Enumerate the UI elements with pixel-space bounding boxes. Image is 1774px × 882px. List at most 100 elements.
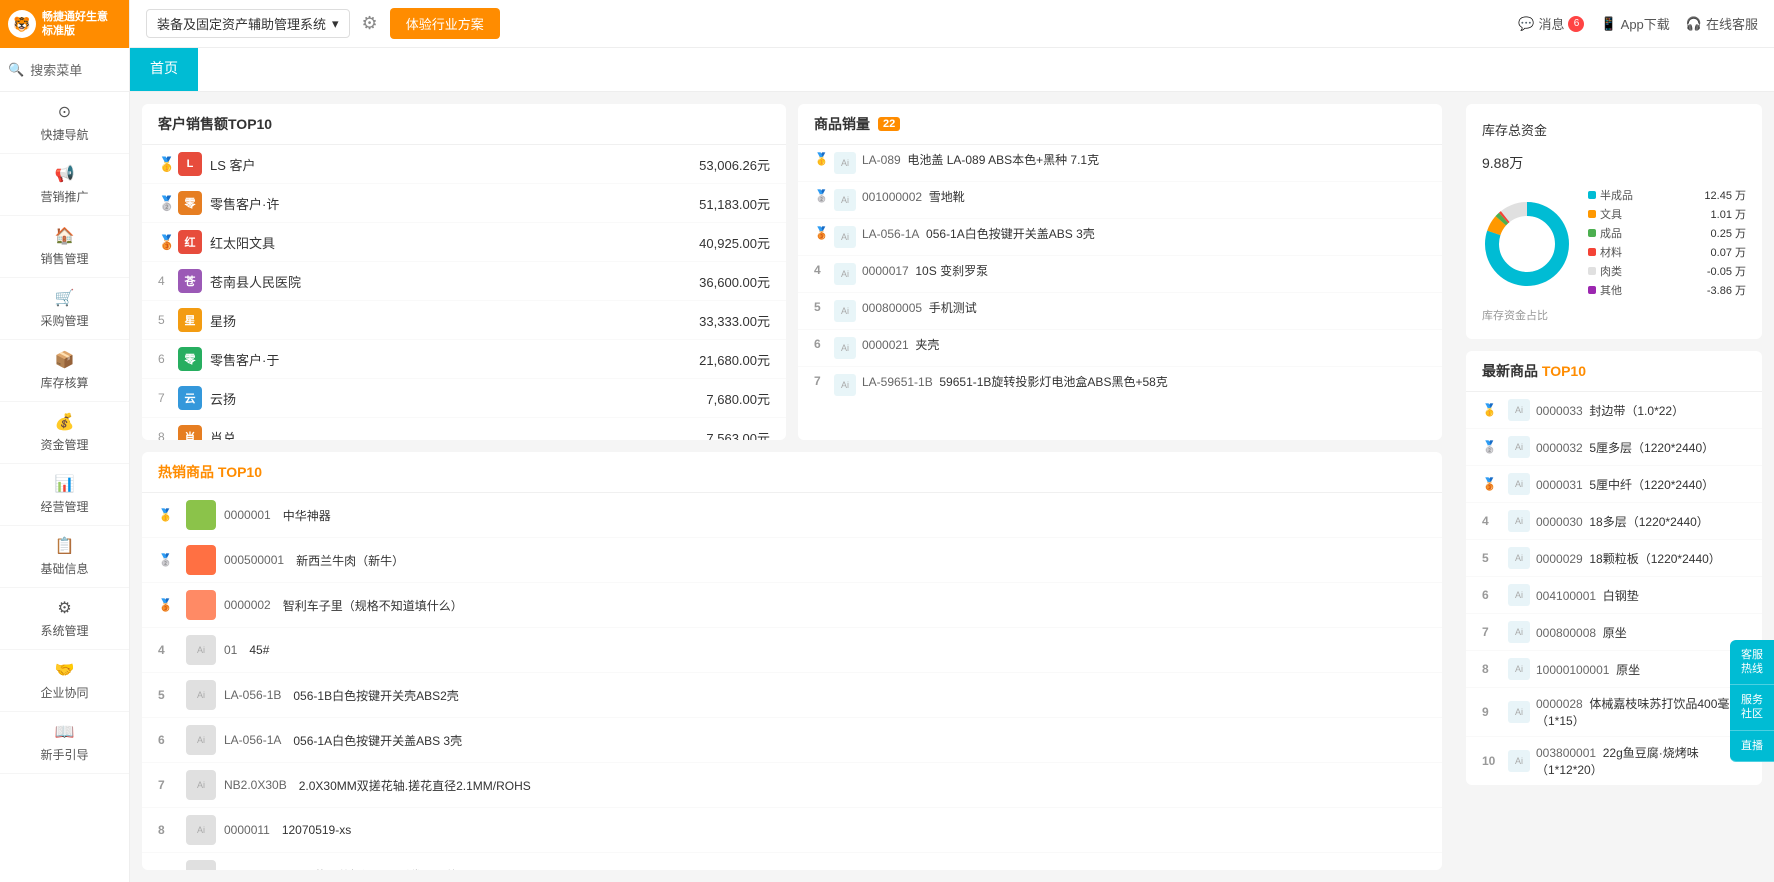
medal-icon: 🥇 bbox=[814, 152, 834, 166]
table-row: 🥇 L LS 客户 53,006.26元 bbox=[142, 145, 786, 184]
system-selector[interactable]: 装备及固定资产辅助管理系统 ▾ bbox=[146, 9, 350, 38]
rank-number: 5 bbox=[814, 300, 834, 314]
rank-number: 7 bbox=[158, 391, 178, 405]
sidebar-item-inventory[interactable]: 📦 库存核算 bbox=[0, 340, 129, 402]
customer-ranking-panel: 客户销售额TOP10 🥇 L LS 客户 53,006.26元 🥈 零 bbox=[142, 104, 786, 440]
product-image: Ai bbox=[834, 337, 856, 359]
messages-button[interactable]: 💬 消息 6 bbox=[1518, 14, 1584, 33]
product-image: Ai bbox=[834, 263, 856, 285]
settings-icon[interactable]: ⚙ bbox=[362, 13, 378, 34]
sidebar-item-basic-info[interactable]: 📋 基础信息 bbox=[0, 526, 129, 588]
guide-icon: 📖 bbox=[55, 722, 75, 742]
legend-dot bbox=[1588, 210, 1596, 218]
customer-ranking-header: 客户销售额TOP10 bbox=[142, 104, 786, 145]
list-item: 🥇 Ai 0000033 封边带（1.0*22） bbox=[1466, 392, 1762, 429]
trial-button[interactable]: 体验行业方案 bbox=[390, 8, 500, 39]
new-products-list: 🥇 Ai 0000033 封边带（1.0*22） 🥈 Ai 0000032 5厘… bbox=[1466, 392, 1762, 785]
list-item: 🥇 0000001 中华神器 bbox=[142, 493, 1442, 538]
product-image: Ai bbox=[834, 152, 856, 174]
list-item: 8 Ai 0000011 12070519-xs bbox=[142, 808, 1442, 853]
rank-number: 8 bbox=[158, 823, 178, 837]
medal-icon: 🥈 bbox=[1482, 440, 1502, 454]
customer-ranking-table: 🥇 L LS 客户 53,006.26元 🥈 零 零售客户·许 51,183.0… bbox=[142, 145, 786, 440]
table-row: 7 Ai LA-59651-1B 59651-1B旋转投影灯电池盒ABS黑色+5… bbox=[798, 367, 1442, 403]
product-image: Ai bbox=[834, 300, 856, 322]
avatar: 肖 bbox=[178, 425, 202, 440]
sidebar-item-system[interactable]: ⚙ 系统管理 bbox=[0, 588, 129, 650]
product-thumbnail: Ai bbox=[186, 860, 216, 870]
middle-area: 客户销售额TOP10 🥇 L LS 客户 53,006.26元 🥈 零 bbox=[130, 92, 1454, 882]
messages-badge: 6 bbox=[1568, 16, 1584, 32]
product-thumbnail: Ai bbox=[1508, 701, 1530, 723]
rank-number: 9 bbox=[158, 868, 178, 870]
rank-number: 6 bbox=[814, 337, 834, 351]
sidebar-item-finance[interactable]: 💰 资金管理 bbox=[0, 402, 129, 464]
list-item: 🥉 0000002 智利车子里（规格不知道填什么） bbox=[142, 583, 1442, 628]
topbar: 装备及固定资产辅助管理系统 ▾ ⚙ 体验行业方案 💬 消息 6 📱 App下载 … bbox=[130, 0, 1774, 48]
search-icon: 🔍 bbox=[8, 62, 24, 78]
table-row: 🥈 零 零售客户·许 51,183.00元 bbox=[142, 184, 786, 223]
rank-number: 10 bbox=[1482, 754, 1502, 768]
medal-icon: 🥇 bbox=[1482, 403, 1502, 417]
list-item: 9 Ai 0000028 体械嘉枝味苏打饮品400毫升（1*15） bbox=[1466, 688, 1762, 737]
service-community-button[interactable]: 服务社区 bbox=[1730, 685, 1774, 731]
table-row: 8 肖 肖总 7,563.00元 bbox=[142, 418, 786, 440]
table-row: 4 苍 苍南县人民医院 36,600.00元 bbox=[142, 262, 786, 301]
inventory-icon: 📦 bbox=[55, 350, 75, 370]
quick-nav-icon: ⊙ bbox=[58, 102, 71, 122]
product-thumbnail: Ai bbox=[1508, 436, 1530, 458]
basic-info-icon: 📋 bbox=[55, 536, 75, 556]
search-menu-button[interactable]: 🔍 搜索菜单 bbox=[8, 56, 121, 83]
content: 客户销售额TOP10 🥇 L LS 客户 53,006.26元 🥈 零 bbox=[130, 92, 1774, 882]
inventory-title: 库存总资金 bbox=[1482, 120, 1746, 139]
product-ranking-table: 🥇 Ai LA-089 电池盖 LA-089 ABS本色+黑种 7.1克 🥈 A… bbox=[798, 145, 1442, 403]
list-item: 4 Ai 01 45# bbox=[142, 628, 1442, 673]
product-thumbnail: Ai bbox=[1508, 473, 1530, 495]
legend-dot bbox=[1588, 267, 1596, 275]
live-stream-button[interactable]: 直播 bbox=[1730, 731, 1774, 762]
sidebar-item-marketing[interactable]: 📢 营销推广 bbox=[0, 154, 129, 216]
medal-icon: 🥈 bbox=[814, 189, 834, 203]
list-item: 9 Ai KK-SD22110H 花语萌恒温分腿睡袋（厚款） bbox=[142, 853, 1442, 870]
sidebar-item-purchase[interactable]: 🛒 采购管理 bbox=[0, 278, 129, 340]
medal-icon: 🥉 bbox=[158, 234, 178, 251]
inventory-amount: 9.88万 bbox=[1482, 143, 1746, 175]
topbar-right: 💬 消息 6 📱 App下载 🎧 在线客服 bbox=[1518, 14, 1758, 33]
sidebar-item-quick-nav[interactable]: ⊙ 快捷导航 bbox=[0, 92, 129, 154]
medal-icon: 🥇 bbox=[158, 156, 178, 173]
inventory-chart-area: 半成品 12.45 万 文具 1.01 万 bbox=[1482, 187, 1746, 301]
rank-number: 9 bbox=[1482, 705, 1502, 719]
app-download-button[interactable]: 📱 App下载 bbox=[1600, 14, 1669, 33]
message-icon: 💬 bbox=[1518, 16, 1534, 32]
rank-number: 7 bbox=[1482, 625, 1502, 639]
product-thumbnail: Ai bbox=[1508, 621, 1530, 643]
hot-products-header: 热销商品 TOP10 bbox=[142, 452, 1442, 493]
customer-service-button[interactable]: 客服热线 bbox=[1730, 640, 1774, 686]
sidebar-item-operations[interactable]: 📊 经营管理 bbox=[0, 464, 129, 526]
sidebar-item-guide[interactable]: 📖 新手引导 bbox=[0, 712, 129, 774]
list-item: 5 Ai LA-056-1B 056-1B白色按键开关壳ABS2壳 bbox=[142, 673, 1442, 718]
rank-number: 4 bbox=[814, 263, 834, 277]
rank-number: 4 bbox=[158, 274, 178, 288]
online-service-button[interactable]: 🎧 在线客服 bbox=[1686, 14, 1758, 33]
inventory-card: 库存总资金 9.88万 bbox=[1466, 104, 1762, 339]
sidebar-search[interactable]: 🔍 搜索菜单 bbox=[0, 48, 129, 92]
inventory-subtitle: 库存资金占比 bbox=[1482, 307, 1746, 323]
product-ranking-title: 商品销量 bbox=[814, 114, 870, 134]
product-thumbnail: Ai bbox=[1508, 399, 1530, 421]
system-icon: ⚙ bbox=[57, 598, 71, 618]
product-thumbnail: Ai bbox=[186, 815, 216, 845]
rank-number: 5 bbox=[158, 688, 178, 702]
rank-number: 4 bbox=[1482, 514, 1502, 528]
product-ranking-badge: 22 bbox=[878, 117, 900, 131]
float-service: 客服热线 服务社区 直播 bbox=[1730, 640, 1774, 762]
sidebar-item-sales[interactable]: 🏠 销售管理 bbox=[0, 216, 129, 278]
product-thumbnail bbox=[186, 545, 216, 575]
legend-item: 其他 -3.86 万 bbox=[1588, 282, 1746, 298]
tab-home[interactable]: 首页 bbox=[130, 48, 198, 91]
product-thumbnail bbox=[186, 590, 216, 620]
list-item: 4 Ai 0000030 18多层（1220*2440） bbox=[1466, 503, 1762, 540]
sidebar-item-cooperation[interactable]: 🤝 企业协同 bbox=[0, 650, 129, 712]
table-row: 🥉 红 红太阳文具 40,925.00元 bbox=[142, 223, 786, 262]
list-item: 🥈 000500001 新西兰牛肉（新牛） bbox=[142, 538, 1442, 583]
